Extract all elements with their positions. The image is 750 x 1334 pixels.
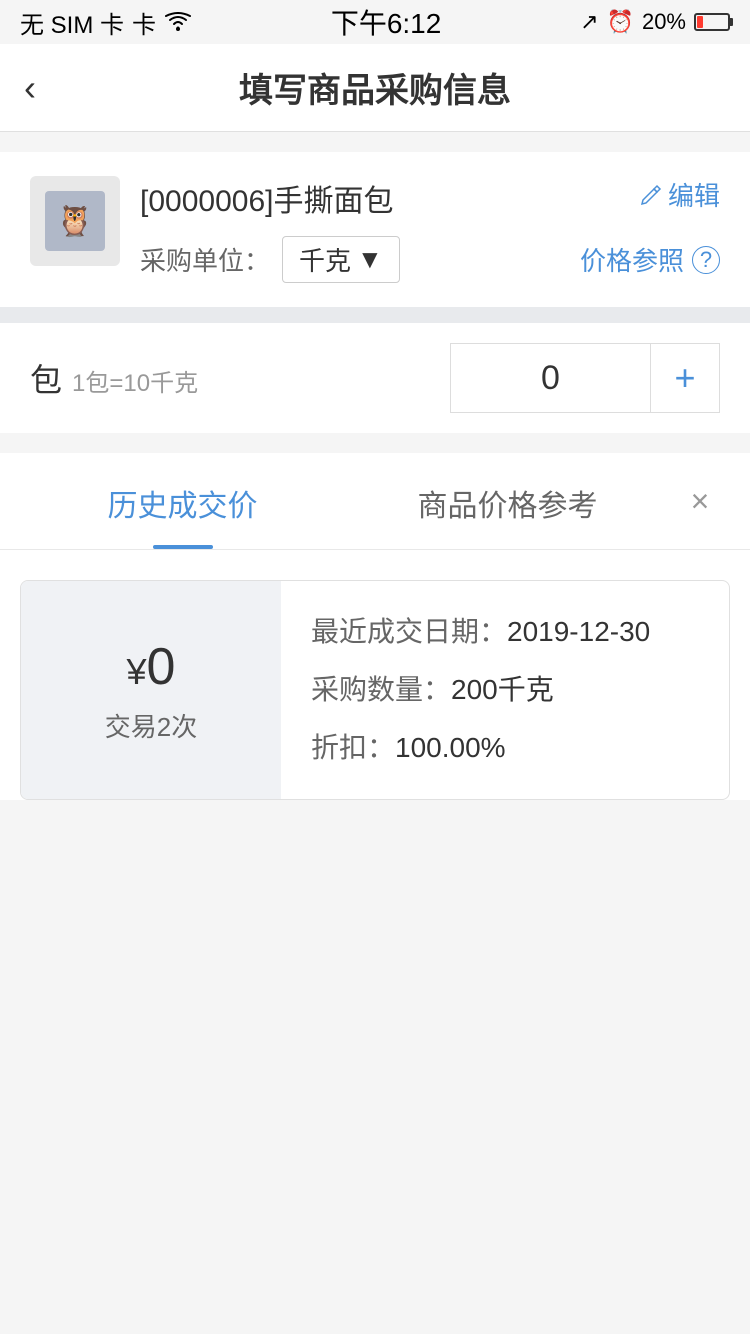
product-info: [0000006]手撕面包 采购单位： 千克 ▼	[140, 176, 400, 283]
product-right: 编辑 价格参照 ?	[580, 176, 720, 278]
edit-icon	[640, 184, 662, 206]
price-trades: 交易2次	[105, 707, 197, 744]
price-ref-help-icon: ?	[692, 246, 720, 274]
page-title: 填写商品采购信息	[239, 63, 511, 112]
discount-value: 100.00%	[395, 732, 506, 763]
tab-history-price[interactable]: 历史成交价	[20, 453, 345, 549]
nav-bar: ‹ 填写商品采购信息	[0, 44, 750, 132]
quantity-label: 包 1包=10千克	[30, 355, 198, 401]
quantity-input[interactable]	[450, 343, 650, 413]
purchase-qty-label: 采购数量：	[311, 674, 451, 705]
section-divider	[0, 307, 750, 323]
amount-value: 0	[147, 638, 176, 696]
purchase-qty-row: 采购数量：200千克	[311, 669, 699, 711]
discount-label: 折扣：	[311, 732, 395, 763]
tab-bar: 历史成交价 商品价格参考 ×	[0, 453, 750, 550]
wifi-icon	[164, 12, 192, 32]
price-amount: ¥0	[127, 637, 176, 697]
quantity-row: 包 1包=10千克 +	[0, 323, 750, 433]
purchase-qty-value: 200千克	[451, 674, 554, 705]
price-ref-label: 价格参照	[580, 241, 684, 278]
status-left: 无 SIM 卡 卡	[20, 5, 192, 40]
tab-close-button[interactable]: ×	[670, 471, 730, 531]
alarm-icon: ⏰	[607, 9, 634, 35]
battery-icon	[694, 13, 730, 31]
product-left: 🦉 [0000006]手撕面包 采购单位： 千克 ▼	[30, 176, 400, 283]
status-time: 下午6:12	[331, 2, 442, 42]
price-card: ¥0 交易2次 最近成交日期：2019-12-30 采购数量：200千克 折扣：…	[20, 580, 730, 800]
battery-pct: 20%	[642, 9, 686, 35]
recent-date-value: 2019-12-30	[507, 616, 650, 647]
carrier-text: 无 SIM 卡	[20, 5, 124, 40]
recent-date-row: 最近成交日期：2019-12-30	[311, 611, 699, 653]
back-button[interactable]: ‹	[24, 67, 36, 109]
status-right: ↗ ⏰ 20%	[580, 9, 730, 35]
main-content: 历史成交价 商品价格参考 × ¥0 交易2次 最近成交日期：2019-12-30…	[0, 453, 750, 1253]
unit-value: 千克	[299, 241, 351, 278]
tab-section: 历史成交价 商品价格参考 × ¥0 交易2次 最近成交日期：2019-12-30…	[0, 453, 750, 800]
product-name: [0000006]手撕面包	[140, 176, 400, 220]
quantity-sub: 1包=10千克	[72, 363, 198, 398]
discount-row: 折扣：100.00%	[311, 727, 699, 769]
recent-date-label: 最近成交日期：	[311, 616, 507, 647]
price-card-left: ¥0 交易2次	[21, 581, 281, 799]
product-card: 🦉 [0000006]手撕面包 采购单位： 千克 ▼	[0, 152, 750, 307]
edit-label: 编辑	[668, 176, 720, 213]
quantity-unit: 包	[30, 355, 62, 401]
price-card-right: 最近成交日期：2019-12-30 采购数量：200千克 折扣：100.00%	[281, 581, 729, 799]
unit-label: 采购单位：	[140, 241, 270, 278]
product-thumbnail: 🦉	[30, 176, 120, 266]
dropdown-arrow: ▼	[357, 244, 383, 275]
sim-icon: 卡	[132, 5, 156, 40]
product-logo: 🦉	[56, 204, 93, 239]
quantity-plus-button[interactable]: +	[650, 343, 720, 413]
currency-symbol: ¥	[127, 651, 147, 692]
edit-button[interactable]: 编辑	[640, 176, 720, 213]
status-bar: 无 SIM 卡 卡 下午6:12 ↗ ⏰ 20%	[0, 0, 750, 44]
tab-price-ref[interactable]: 商品价格参考	[345, 453, 670, 549]
price-ref-button[interactable]: 价格参照 ?	[580, 241, 720, 278]
location-icon: ↗	[580, 9, 598, 35]
quantity-controls: +	[450, 343, 720, 413]
unit-select[interactable]: 千克 ▼	[282, 236, 400, 283]
